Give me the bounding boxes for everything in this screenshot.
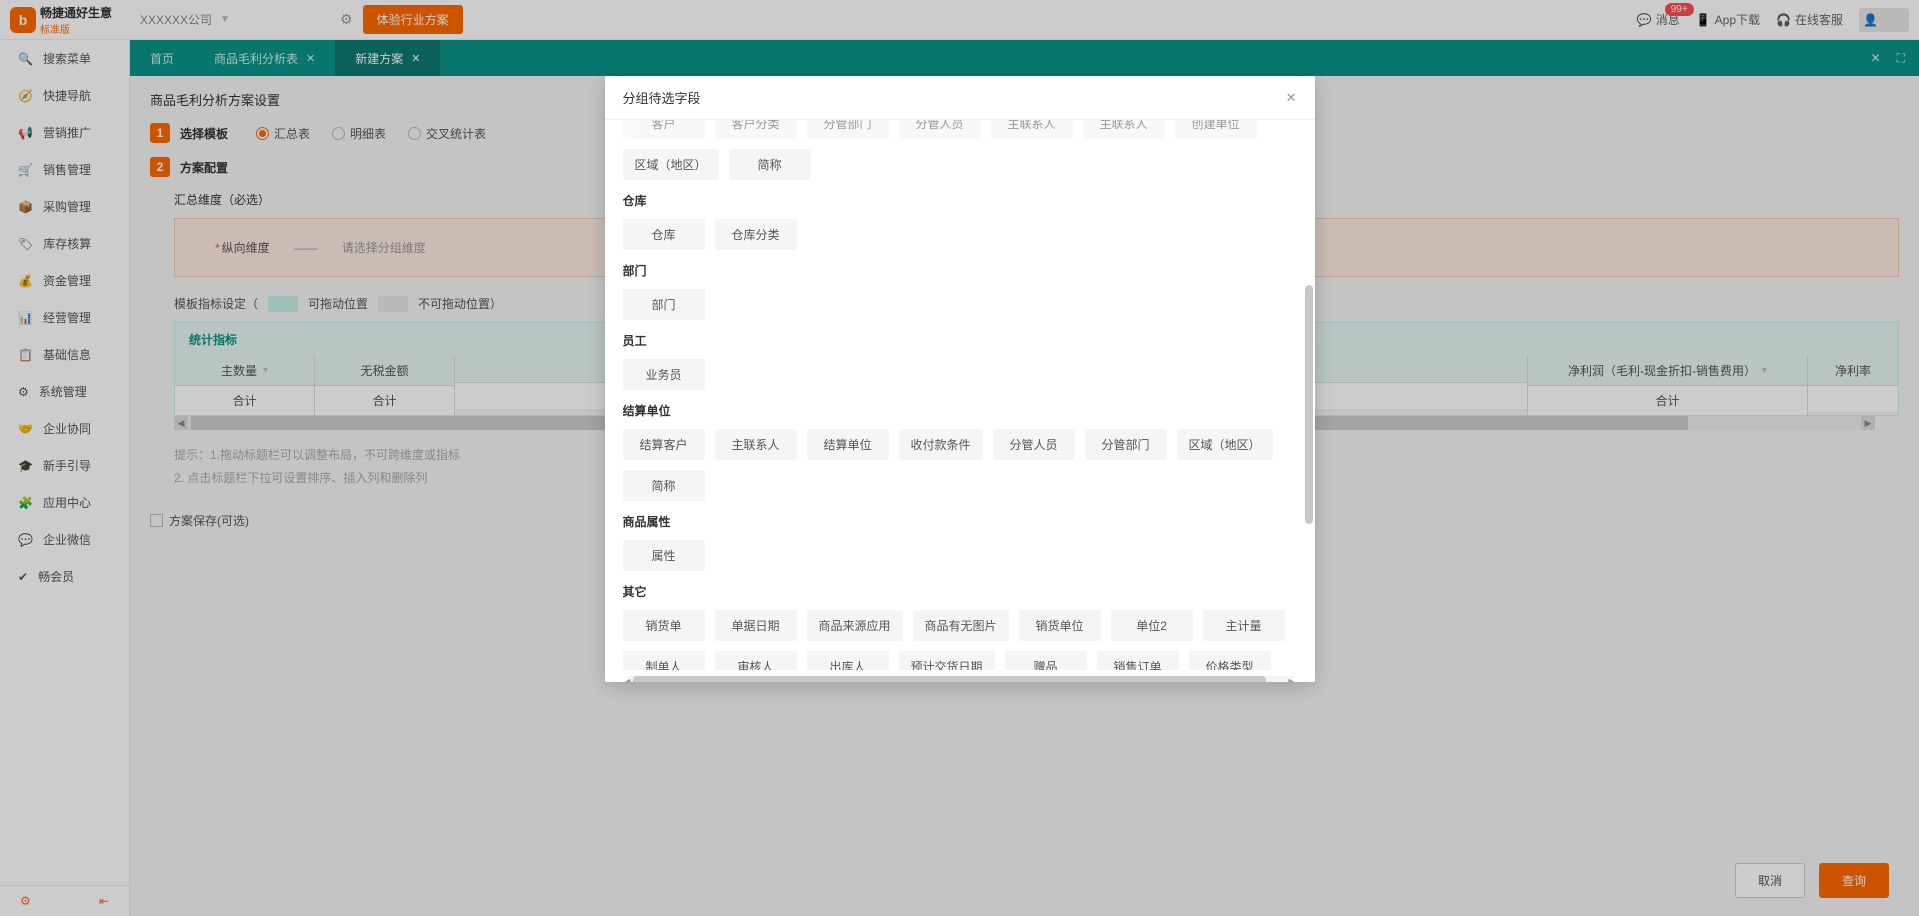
field-chip[interactable]: 价格类型 xyxy=(1189,651,1271,670)
field-chip[interactable]: 赠品 xyxy=(1005,651,1087,670)
field-chip[interactable]: 主联系人 xyxy=(1083,120,1165,139)
field-chip[interactable]: 业务员 xyxy=(623,359,705,390)
field-chip[interactable]: 客户分类 xyxy=(715,120,797,139)
field-chip[interactable]: 预计交货日期 xyxy=(899,651,995,670)
field-chip[interactable]: 制单人 xyxy=(623,651,705,670)
field-chip[interactable]: 收付款条件 xyxy=(899,429,983,460)
field-chip[interactable]: 分管人员 xyxy=(993,429,1075,460)
field-chip[interactable]: 分管人员 xyxy=(899,120,981,139)
field-chip[interactable]: 主计量 xyxy=(1203,610,1285,641)
modal-header: 分组待选字段 ✕ xyxy=(605,76,1315,120)
scroll-left-icon[interactable]: ◀ xyxy=(623,676,633,682)
field-chip[interactable]: 主联系人 xyxy=(715,429,797,460)
field-selector-modal: 分组待选字段 ✕ 客户客户分类分管部门分管人员主联系人主联系人创建单位区域（地区… xyxy=(605,76,1315,682)
group-title: 仓库 xyxy=(623,192,1297,209)
field-chip[interactable]: 部门 xyxy=(623,289,705,320)
group-title: 部门 xyxy=(623,262,1297,279)
field-chip[interactable]: 销货单 xyxy=(623,610,705,641)
field-chip[interactable]: 结算客户 xyxy=(623,429,705,460)
field-group: 结算单位 结算客户主联系人结算单位收付款条件分管人员分管部门区域（地区）简称 xyxy=(623,402,1297,501)
modal-title: 分组待选字段 xyxy=(623,88,701,107)
field-chip[interactable]: 商品来源应用 xyxy=(807,610,903,641)
field-chip[interactable]: 分管部门 xyxy=(807,120,889,139)
field-chip[interactable]: 出库人 xyxy=(807,651,889,670)
field-chip[interactable]: 区域（地区） xyxy=(1177,429,1273,460)
field-chip[interactable]: 简称 xyxy=(729,149,811,180)
field-chip[interactable]: 属性 xyxy=(623,540,705,571)
field-group: 仓库 仓库仓库分类 xyxy=(623,192,1297,250)
field-chip[interactable]: 商品有无图片 xyxy=(913,610,1009,641)
field-chip[interactable]: 单据日期 xyxy=(715,610,797,641)
field-chip[interactable]: 销售订单 xyxy=(1097,651,1179,670)
field-chip[interactable]: 分管部门 xyxy=(1085,429,1167,460)
modal-body: 客户客户分类分管部门分管人员主联系人主联系人创建单位区域（地区）简称 仓库 仓库… xyxy=(605,120,1315,682)
field-chip[interactable]: 审核人 xyxy=(715,651,797,670)
field-chip[interactable]: 销货单位 xyxy=(1019,610,1101,641)
field-chip[interactable]: 创建单位 xyxy=(1175,120,1257,139)
scroll-thumb[interactable] xyxy=(1305,285,1313,524)
field-chip[interactable]: 主联系人 xyxy=(991,120,1073,139)
close-icon[interactable]: ✕ xyxy=(1286,90,1297,106)
field-chip[interactable]: 单位2 xyxy=(1111,610,1193,641)
field-group: 其它 销货单单据日期商品来源应用商品有无图片销货单位单位2 主计量制单人审核人出库… xyxy=(623,583,1297,670)
modal-vertical-scrollbar[interactable] xyxy=(1305,126,1313,656)
group-title: 其它 xyxy=(623,583,1297,600)
group-title: 结算单位 xyxy=(623,402,1297,419)
field-chip[interactable]: 仓库分类 xyxy=(715,219,797,250)
modal-horizontal-scrollbar[interactable]: ◀ ▶ xyxy=(627,676,1293,682)
group-title: 员工 xyxy=(623,332,1297,349)
scroll-thumb[interactable] xyxy=(633,676,1266,682)
field-group: 员工 业务员 xyxy=(623,332,1297,390)
field-group: 部门 部门 xyxy=(623,262,1297,320)
scroll-right-icon[interactable]: ▶ xyxy=(1287,676,1297,682)
field-chip[interactable]: 区域（地区） xyxy=(623,149,719,180)
field-chip[interactable]: 仓库 xyxy=(623,219,705,250)
field-group: 商品属性 属性 xyxy=(623,513,1297,571)
field-chip[interactable]: 简称 xyxy=(623,470,705,501)
group-title: 商品属性 xyxy=(623,513,1297,530)
field-chip[interactable]: 客户 xyxy=(623,120,705,139)
field-chip[interactable]: 结算单位 xyxy=(807,429,889,460)
